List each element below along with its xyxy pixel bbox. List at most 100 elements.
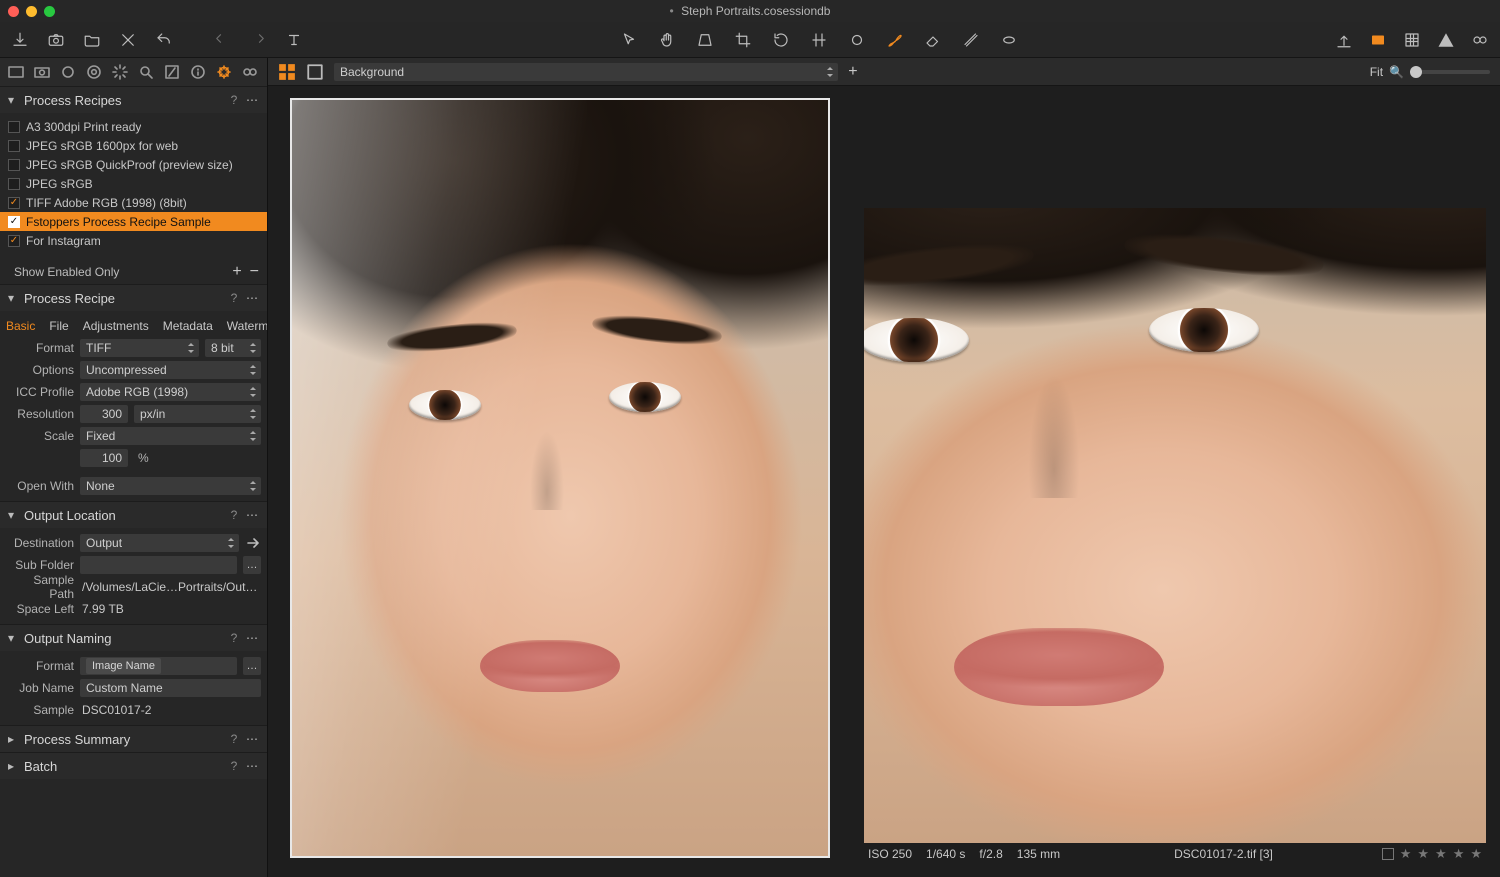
add-recipe-button[interactable]: + <box>232 263 241 281</box>
output-location-header[interactable]: ▾ Output Location ? ⋯ <box>0 502 267 528</box>
recipe-tab-adjustments[interactable]: Adjustments <box>83 319 149 333</box>
recipe-checkbox[interactable] <box>8 159 20 171</box>
warning-icon[interactable] <box>1436 30 1456 50</box>
rotate-tool-icon[interactable] <box>771 30 791 50</box>
capture-icon[interactable] <box>46 30 66 50</box>
subfolder-input[interactable] <box>80 556 237 574</box>
add-view-button[interactable]: + <box>848 63 857 81</box>
focus-mask-icon[interactable] <box>1470 30 1490 50</box>
overlay-toggle-icon[interactable] <box>1368 30 1388 50</box>
recipe-tab-file[interactable]: File <box>49 319 68 333</box>
recipe-row[interactable]: ✓Fstoppers Process Recipe Sample <box>0 212 267 231</box>
recipe-checkbox[interactable]: ✓ <box>8 216 20 228</box>
cancel-icon[interactable] <box>118 30 138 50</box>
recipe-checkbox[interactable] <box>8 178 20 190</box>
recipe-checkbox[interactable]: ✓ <box>8 235 20 247</box>
rating-star-5[interactable]: ★ <box>1470 846 1482 862</box>
process-recipe-header[interactable]: ▾ Process Recipe ? ⋯ <box>0 285 267 311</box>
recipe-row[interactable]: JPEG sRGB QuickProof (preview size) <box>0 155 267 174</box>
zoom-out-icon[interactable]: 🔍 <box>1389 65 1404 79</box>
panel-menu-icon[interactable]: ⋯ <box>246 93 259 107</box>
primary-viewer-image[interactable] <box>290 98 830 858</box>
icc-select[interactable]: Adobe RGB (1998) <box>80 383 261 401</box>
export-icon[interactable] <box>1334 30 1354 50</box>
help-icon[interactable]: ? <box>228 93 240 107</box>
process-summary-header[interactable]: ▸ Process Summary ? ⋯ <box>0 726 267 752</box>
cursor-tool-icon[interactable] <box>619 30 639 50</box>
help-icon[interactable]: ? <box>228 732 240 746</box>
destination-select[interactable]: Output <box>80 534 239 552</box>
bit-depth-select[interactable]: 8 bit <box>205 339 261 357</box>
resolution-input[interactable]: 300 <box>80 405 128 423</box>
viewer-background-select[interactable]: Background <box>334 63 838 81</box>
straighten-tool-icon[interactable] <box>809 30 829 50</box>
subfolder-options-button[interactable]: … <box>243 556 261 574</box>
import-icon[interactable] <box>10 30 30 50</box>
single-view-icon[interactable] <box>306 63 324 81</box>
capture-tooltab-icon[interactable] <box>34 64 50 80</box>
output-naming-header[interactable]: ▾ Output Naming ? ⋯ <box>0 625 267 651</box>
image-name-token[interactable]: Image Name <box>86 658 161 674</box>
keystone-tool-icon[interactable] <box>695 30 715 50</box>
recipe-row[interactable]: JPEG sRGB <box>0 174 267 193</box>
panel-menu-icon[interactable]: ⋯ <box>246 508 259 522</box>
crop-tool-icon[interactable] <box>733 30 753 50</box>
output-tooltab-icon[interactable] <box>216 64 232 80</box>
help-icon[interactable]: ? <box>228 291 240 305</box>
rating-star-4[interactable]: ★ <box>1453 846 1465 862</box>
metadata-tooltab-icon[interactable] <box>190 64 206 80</box>
recipe-tab-basic[interactable]: Basic <box>6 319 35 333</box>
undo-step-icon[interactable] <box>212 30 232 50</box>
radial-tool-icon[interactable] <box>999 30 1019 50</box>
search-tooltab-icon[interactable] <box>138 64 154 80</box>
panel-menu-icon[interactable]: ⋯ <box>246 759 259 773</box>
scale-percent-input[interactable]: 100 <box>80 449 128 467</box>
panel-menu-icon[interactable]: ⋯ <box>246 732 259 746</box>
openwith-select[interactable]: None <box>80 477 261 495</box>
batch-tooltab-icon[interactable] <box>242 64 258 80</box>
color-tooltab-icon[interactable] <box>86 64 102 80</box>
recipe-checkbox[interactable] <box>8 140 20 152</box>
lens-tooltab-icon[interactable] <box>60 64 76 80</box>
zoom-slider[interactable] <box>1410 70 1490 74</box>
adjust-tooltab-icon[interactable] <box>164 64 180 80</box>
recipe-checkbox[interactable]: ✓ <box>8 197 20 209</box>
recipe-row[interactable]: A3 300dpi Print ready <box>0 117 267 136</box>
library-tooltab-icon[interactable] <box>8 64 24 80</box>
gradient-tool-icon[interactable] <box>961 30 981 50</box>
resolution-unit-select[interactable]: px/in <box>134 405 261 423</box>
multi-view-icon[interactable] <box>278 63 296 81</box>
batch-header[interactable]: ▸ Batch ? ⋯ <box>0 753 267 779</box>
recipe-checkbox[interactable] <box>8 121 20 133</box>
eraser-tool-icon[interactable] <box>923 30 943 50</box>
recipe-row[interactable]: JPEG sRGB 1600px for web <box>0 136 267 155</box>
help-icon[interactable]: ? <box>228 759 240 773</box>
recipe-tab-watermark[interactable]: Watermark <box>227 319 268 333</box>
undo-icon[interactable] <box>154 30 174 50</box>
format-select[interactable]: TIFF <box>80 339 199 357</box>
go-to-folder-icon[interactable] <box>245 535 261 551</box>
recipe-row[interactable]: ✓TIFF Adobe RGB (1998) (8bit) <box>0 193 267 212</box>
text-tool-icon[interactable] <box>284 30 304 50</box>
redo-step-icon[interactable] <box>248 30 268 50</box>
naming-format-input[interactable]: Image Name <box>80 657 237 675</box>
remove-recipe-button[interactable]: − <box>250 263 259 281</box>
hand-tool-icon[interactable] <box>657 30 677 50</box>
grid-toggle-icon[interactable] <box>1402 30 1422 50</box>
spot-tool-icon[interactable] <box>847 30 867 50</box>
options-select[interactable]: Uncompressed <box>80 361 261 379</box>
help-icon[interactable]: ? <box>228 631 240 645</box>
rating-star-3[interactable]: ★ <box>1435 846 1447 862</box>
panel-menu-icon[interactable]: ⋯ <box>246 291 259 305</box>
secondary-viewer-image[interactable] <box>864 208 1486 843</box>
panel-menu-icon[interactable]: ⋯ <box>246 631 259 645</box>
jobname-input[interactable]: Custom Name <box>80 679 261 697</box>
naming-format-options-button[interactable]: … <box>243 657 261 675</box>
recipe-tab-metadata[interactable]: Metadata <box>163 319 213 333</box>
color-tag-button[interactable] <box>1382 848 1394 860</box>
process-recipes-header[interactable]: ▾ Process Recipes ? ⋯ <box>0 87 267 113</box>
exposure-tooltab-icon[interactable] <box>112 64 128 80</box>
rating-star-1[interactable]: ★ <box>1400 846 1412 862</box>
scale-select[interactable]: Fixed <box>80 427 261 445</box>
brush-tool-icon[interactable] <box>885 30 905 50</box>
